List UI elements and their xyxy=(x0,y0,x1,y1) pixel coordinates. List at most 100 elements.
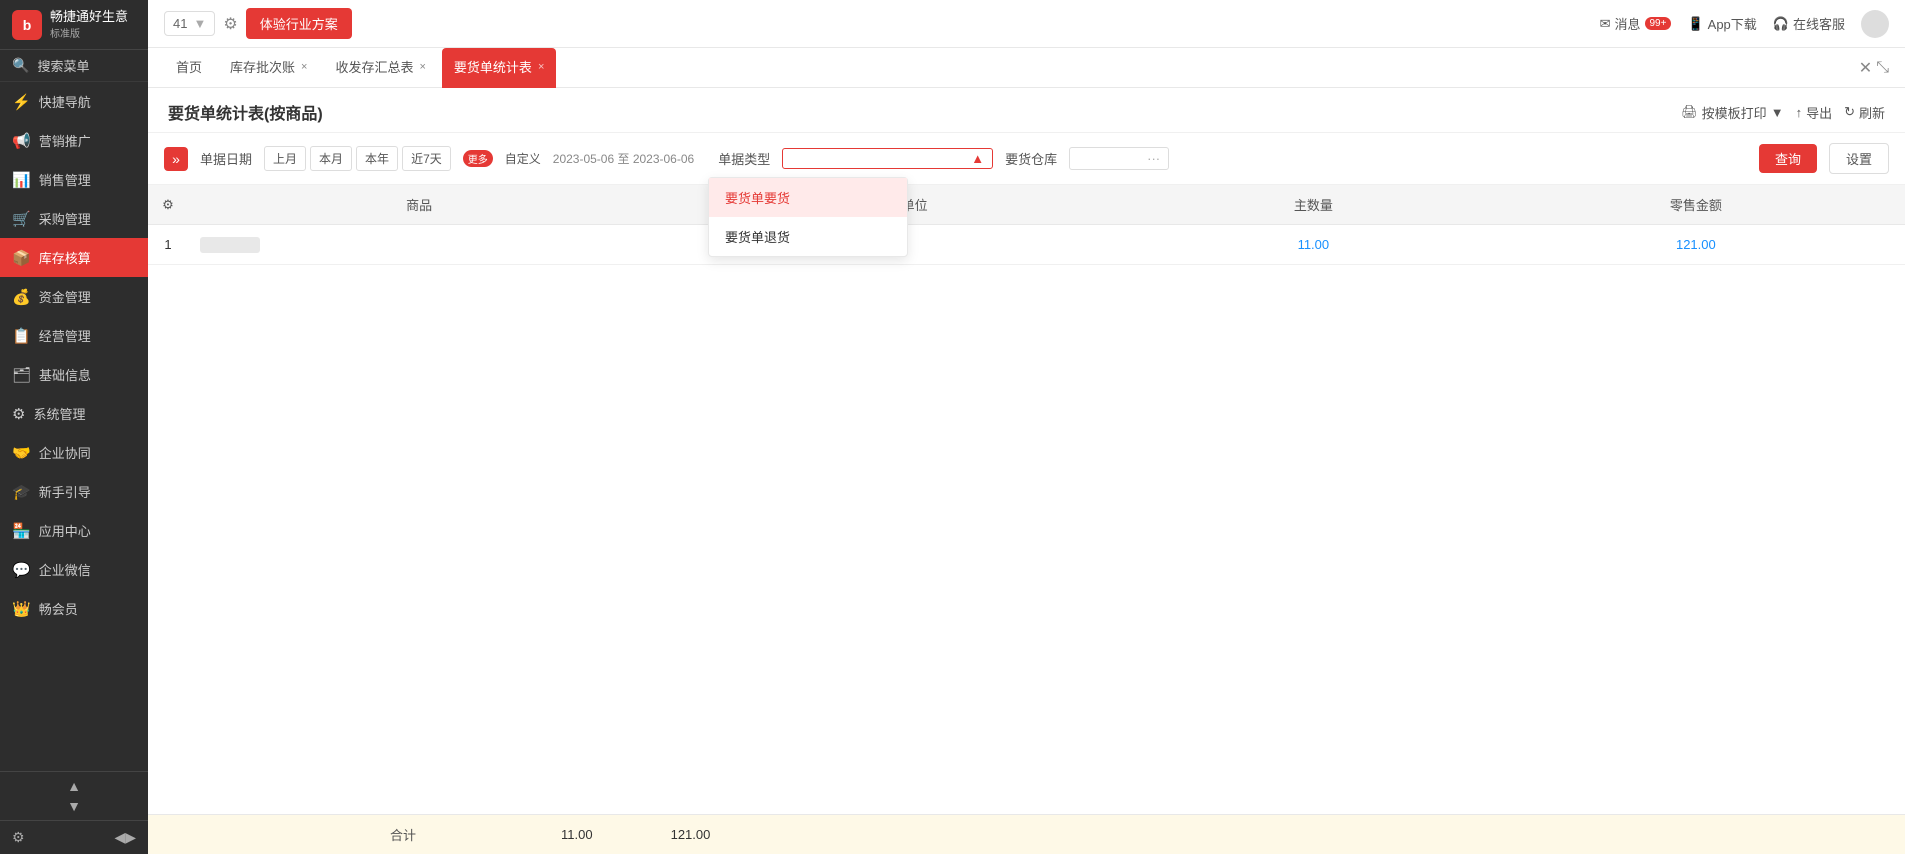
refresh-btn[interactable]: ↻ 刷新 xyxy=(1844,103,1885,122)
col-settings-icon[interactable]: ⚙ xyxy=(162,197,174,212)
filter-expand-btn[interactable]: » xyxy=(164,147,188,171)
sidebar-item-enterprise[interactable]: 🤝 企业协同 xyxy=(0,433,148,472)
date-btn-本年[interactable]: 本年 xyxy=(356,146,398,171)
tab-recv-summary[interactable]: 收发存汇总表× xyxy=(323,48,437,88)
cell-product-0 xyxy=(188,225,650,265)
date-btn-上月[interactable]: 上月 xyxy=(264,146,306,171)
sidebar-item-marketing[interactable]: 📢营销推广 xyxy=(0,121,148,160)
page-actions: 🖨 按模板打印 ▼ ↑ 导出 ↻ 刷新 xyxy=(1681,103,1885,122)
message-icon: ✉ xyxy=(1600,16,1611,32)
custom-date-btn[interactable]: 自定义 xyxy=(505,150,541,167)
expand-tab-btn[interactable]: ⤡ xyxy=(1876,59,1889,77)
online-service-btn[interactable]: 🎧 在线客服 xyxy=(1773,14,1845,33)
sidebar-item-basic[interactable]: 🗂基础信息 xyxy=(0,355,148,394)
sidebar-item-guide[interactable]: 🎓新手引导 xyxy=(0,472,148,511)
inventory-icon: 📦 xyxy=(12,249,31,267)
tab-close-order-stats[interactable]: × xyxy=(538,61,544,73)
sidebar-item-quick-nav[interactable]: ⚡快捷导航 xyxy=(0,82,148,121)
sidebar-item-finance[interactable]: 💰 资金管理 xyxy=(0,277,148,316)
tab-close-inventory-batch[interactable]: × xyxy=(301,61,307,73)
app-download-label: App下载 xyxy=(1708,14,1757,33)
sidebar-item-purchase[interactable]: 🛒采购管理 xyxy=(0,199,148,238)
sidebar-item-appstore[interactable]: 🏪应用中心 xyxy=(0,511,148,550)
refresh-label: 刷新 xyxy=(1859,103,1885,122)
table-body: 1 块 11.00 121.00 xyxy=(148,225,1905,265)
more-dates-badge[interactable]: 更多 xyxy=(463,150,493,167)
type-dropdown-arrow[interactable]: ▲ xyxy=(971,151,984,166)
warehouse-more-icon[interactable]: ··· xyxy=(1147,151,1160,166)
close-tab-btn[interactable]: ✕ xyxy=(1859,58,1872,78)
finance-icon: 💰 xyxy=(12,288,31,306)
guide-icon: 🎓 xyxy=(12,483,31,501)
sidebar-item-member[interactable]: 👑畅会员 xyxy=(0,589,148,628)
dropdown-item-order-goods[interactable]: 要货单要货 xyxy=(709,178,907,217)
date-filter-label: 单据日期 xyxy=(200,149,252,168)
sidebar-item-wechat[interactable]: 💬企业微信 xyxy=(0,550,148,589)
topbar-right: ✉ 消息 99+ 📱 App下载 🎧 在线客服 xyxy=(1600,10,1889,38)
print-icon: 🖨 xyxy=(1681,104,1698,120)
footer-quantity: 11.00 xyxy=(416,827,593,842)
topbar-gear-icon[interactable]: ⚙ xyxy=(223,14,237,34)
print-btn[interactable]: 🖨 按模板打印 ▼ xyxy=(1681,103,1783,122)
tabs-bar: 首页库存批次账×收发存汇总表× 要货单统计表 × ✕ ⤡ xyxy=(148,48,1905,88)
footer-label: 合计 xyxy=(160,825,416,844)
sidebar-item-operations[interactable]: 📋经营管理 xyxy=(0,316,148,355)
footer-amount: 121.00 xyxy=(593,827,711,842)
col-product: 商品 xyxy=(188,185,650,225)
purchase-icon: 🛒 xyxy=(12,210,31,228)
app-download-btn[interactable]: 📱 App下载 xyxy=(1687,14,1756,33)
marketing-icon: 📢 xyxy=(12,132,31,150)
collapse-sidebar-btn[interactable]: ◀▶ xyxy=(114,829,136,846)
settings-footer-btn[interactable]: ⚙ xyxy=(12,829,25,846)
dropdown-item-order-return[interactable]: 要货单退货 xyxy=(709,217,907,256)
service-icon: 🎧 xyxy=(1773,16,1789,32)
logo-text-group: 畅捷通好生意 标准版 xyxy=(50,9,128,41)
appstore-icon: 🏪 xyxy=(12,522,31,540)
logo-name: 畅捷通好生意 xyxy=(50,9,128,26)
cell-quantity-0: 11.00 xyxy=(1140,225,1487,265)
date-range-display: 2023-05-06 至 2023-06-06 xyxy=(553,150,694,167)
sidebar-item-inventory[interactable]: 📦库存核算 xyxy=(0,238,148,277)
trial-btn[interactable]: 体验行业方案 xyxy=(246,8,352,39)
topbar: 41 ▼ ⚙ 体验行业方案 ✉ 消息 99+ 📱 App下载 🎧 在线客服 xyxy=(148,0,1905,48)
type-input-field[interactable] xyxy=(791,151,971,166)
tab-home[interactable]: 首页 xyxy=(164,48,214,88)
cell-amount-0: 121.00 xyxy=(1487,225,1905,265)
print-arrow: ▼ xyxy=(1771,105,1784,120)
warehouse-filter-input[interactable]: ··· xyxy=(1069,147,1169,170)
settings-btn[interactable]: 设置 xyxy=(1829,143,1889,174)
enterprise-icon: 🤝 xyxy=(12,444,31,462)
cell-num-0: 1 xyxy=(148,225,188,265)
user-avatar[interactable] xyxy=(1861,10,1889,38)
sales-icon: 📊 xyxy=(12,171,31,189)
type-filter-input[interactable]: ▲ xyxy=(782,148,993,169)
sidebar-item-sales[interactable]: 📊销售管理 xyxy=(0,160,148,199)
refresh-icon: ↻ xyxy=(1844,104,1855,120)
tab-order-stats[interactable]: 要货单统计表 × xyxy=(442,48,556,88)
sidebar-logo: b 畅捷通好生意 标准版 xyxy=(0,0,148,50)
scroll-up-btn[interactable]: ▲ xyxy=(67,776,81,796)
sidebar-label-finance: 资金管理 xyxy=(39,287,91,306)
tab-label-order-stats: 要货单统计表 xyxy=(454,57,532,76)
message-label: 消息 xyxy=(1614,14,1640,33)
search-menu-btn[interactable]: 🔍 搜索菜单 xyxy=(0,50,148,82)
table-footer: 合计 11.00 121.00 xyxy=(148,814,1905,854)
message-btn[interactable]: ✉ 消息 99+ xyxy=(1600,14,1672,33)
tab-inventory-batch[interactable]: 库存批次账× xyxy=(218,48,319,88)
date-btn-近7天[interactable]: 近7天 xyxy=(402,146,451,171)
data-table: ⚙ 商品 主计量单位 主数量 零售金额 1 块 11.00 121.00 xyxy=(148,185,1905,265)
scroll-down-btn[interactable]: ▼ xyxy=(67,796,81,816)
export-label: 导出 xyxy=(1806,103,1832,122)
branch-selector[interactable]: 41 ▼ xyxy=(164,11,215,36)
tab-close-recv-summary[interactable]: × xyxy=(419,61,425,73)
sidebar-label-enterprise: 企业协同 xyxy=(39,443,91,462)
search-btn[interactable]: 查询 xyxy=(1759,144,1817,173)
branch-value: 41 xyxy=(173,16,187,31)
sidebar-label-system: 系统管理 xyxy=(33,404,85,423)
filter-bar: » 单据日期 上月本月本年近7天 更多 自定义 2023-05-06 至 202… xyxy=(148,133,1905,185)
sidebar-item-system[interactable]: ⚙系统管理 xyxy=(0,394,148,433)
export-btn[interactable]: ↑ 导出 xyxy=(1796,103,1833,122)
search-menu-label: 搜索菜单 xyxy=(37,56,89,75)
date-btn-本月[interactable]: 本月 xyxy=(310,146,352,171)
col-settings: ⚙ xyxy=(148,185,188,225)
